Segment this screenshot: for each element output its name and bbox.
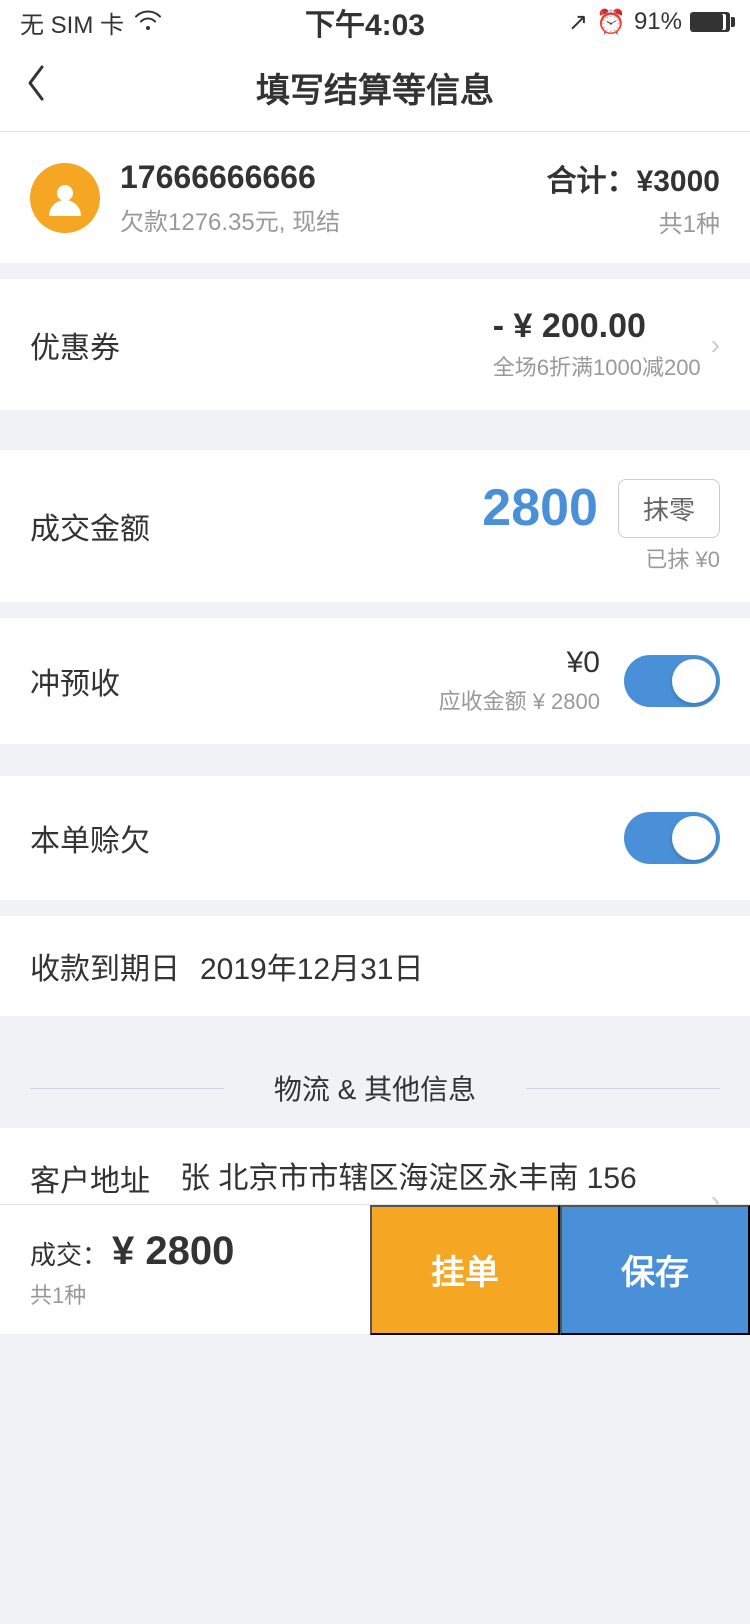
coupon-info: - ¥ 200.00 全场6折满1000减200 [493,307,701,382]
bottom-amount: ¥ 2800 [112,1229,234,1274]
deal-amount-label: 成交金额 [30,504,150,548]
customer-left: 17666666666 欠款1276.35元, 现结 [30,159,340,237]
total-count: 共1种 [547,204,720,239]
pre-collect-amount: ¥0 [567,646,600,680]
customer-info: 17666666666 欠款1276.35元, 现结 [120,159,340,237]
main-content: 17666666666 欠款1276.35元, 现结 合计：¥3000 共1种 … [0,132,750,1624]
due-date-row: 收款到期日 2019年12月31日 [0,916,750,1016]
debt-label: 本单赊欠 [30,816,150,860]
bottom-info: 成交： ¥ 2800 共1种 [0,1229,370,1310]
battery-icon [690,12,730,32]
no-sim-label: 无 SIM 卡 [20,5,124,40]
pre-collect-toggle[interactable] [624,655,720,707]
debt-section: 本单赊欠 [0,776,750,900]
customer-card: 17666666666 欠款1276.35元, 现结 合计：¥3000 共1种 [0,132,750,263]
deal-amount-value: 2800 [482,478,598,538]
location-icon: ↗ [568,8,588,37]
customer-phone: 17666666666 [120,159,340,196]
bottom-bar: 成交： ¥ 2800 共1种 挂单 保存 [0,1204,750,1334]
status-time: 下午4:03 [305,0,425,44]
status-left: 无 SIM 卡 [20,5,162,40]
pending-button[interactable]: 挂单 [370,1205,560,1335]
status-bar: 无 SIM 卡 下午4:03 ↗ ⏰ 91% [0,0,750,44]
section-spacer-1 [0,434,750,450]
section-divider: 物流 & 其他信息 [0,1048,750,1128]
pre-collect-row: 冲预收 ¥0 应收金额 ¥ 2800 [0,618,750,744]
page-title: 填写结算等信息 [256,63,494,112]
coupon-label: 优惠券 [30,323,120,367]
debt-row: 本单赊欠 [0,776,750,900]
battery-label: 91% [634,8,682,36]
alarm-icon: ⏰ [596,8,626,37]
coupon-desc: 全场6折满1000减200 [493,350,701,382]
chevron-right-icon: › [711,329,720,361]
deal-amount-section: 成交金额 2800 抹零 已抹 ¥0 [0,450,750,602]
divider-text: 物流 & 其他信息 [274,1068,476,1108]
due-date-value: 2019年12月31日 [200,944,423,988]
address-label: 客户地址 [30,1156,150,1200]
section-spacer-3 [0,1032,750,1048]
bottom-count: 共1种 [30,1278,340,1310]
status-right: ↗ ⏰ 91% [568,8,730,37]
pre-collect-info: ¥0 应收金额 ¥ 2800 [439,646,600,716]
customer-debt: 欠款1276.35元, 现结 [120,202,340,237]
back-button[interactable] [24,63,48,112]
pre-collect-label: 冲预收 [30,659,120,703]
customer-total: 合计：¥3000 共1种 [547,156,720,239]
coupon-row[interactable]: 优惠券 - ¥ 200.00 全场6折满1000减200 › [0,279,750,410]
debt-toggle[interactable] [624,812,720,864]
due-date-label: 收款到期日 [30,944,180,988]
nav-bar: 填写结算等信息 [0,44,750,132]
pre-collect-sub: 应收金额 ¥ 2800 [439,684,600,716]
section-spacer-2 [0,760,750,776]
deal-amount-right: 2800 抹零 [482,478,720,538]
deal-amount-sub: 已抹 ¥0 [645,542,720,574]
total-amount: 合计：¥3000 [547,156,720,200]
deal-amount-row: 成交金额 2800 抹零 已抹 ¥0 [0,450,750,602]
wifi-icon [134,8,162,37]
pre-collect-section: 冲预收 ¥0 应收金额 ¥ 2800 [0,618,750,744]
divider-line: 物流 & 其他信息 [0,1068,750,1108]
round-button[interactable]: 抹零 [618,479,720,538]
coupon-discount: - ¥ 200.00 [493,307,701,346]
avatar [30,163,100,233]
bottom-deal-label: 成交： [30,1235,108,1272]
save-button[interactable]: 保存 [560,1205,750,1335]
